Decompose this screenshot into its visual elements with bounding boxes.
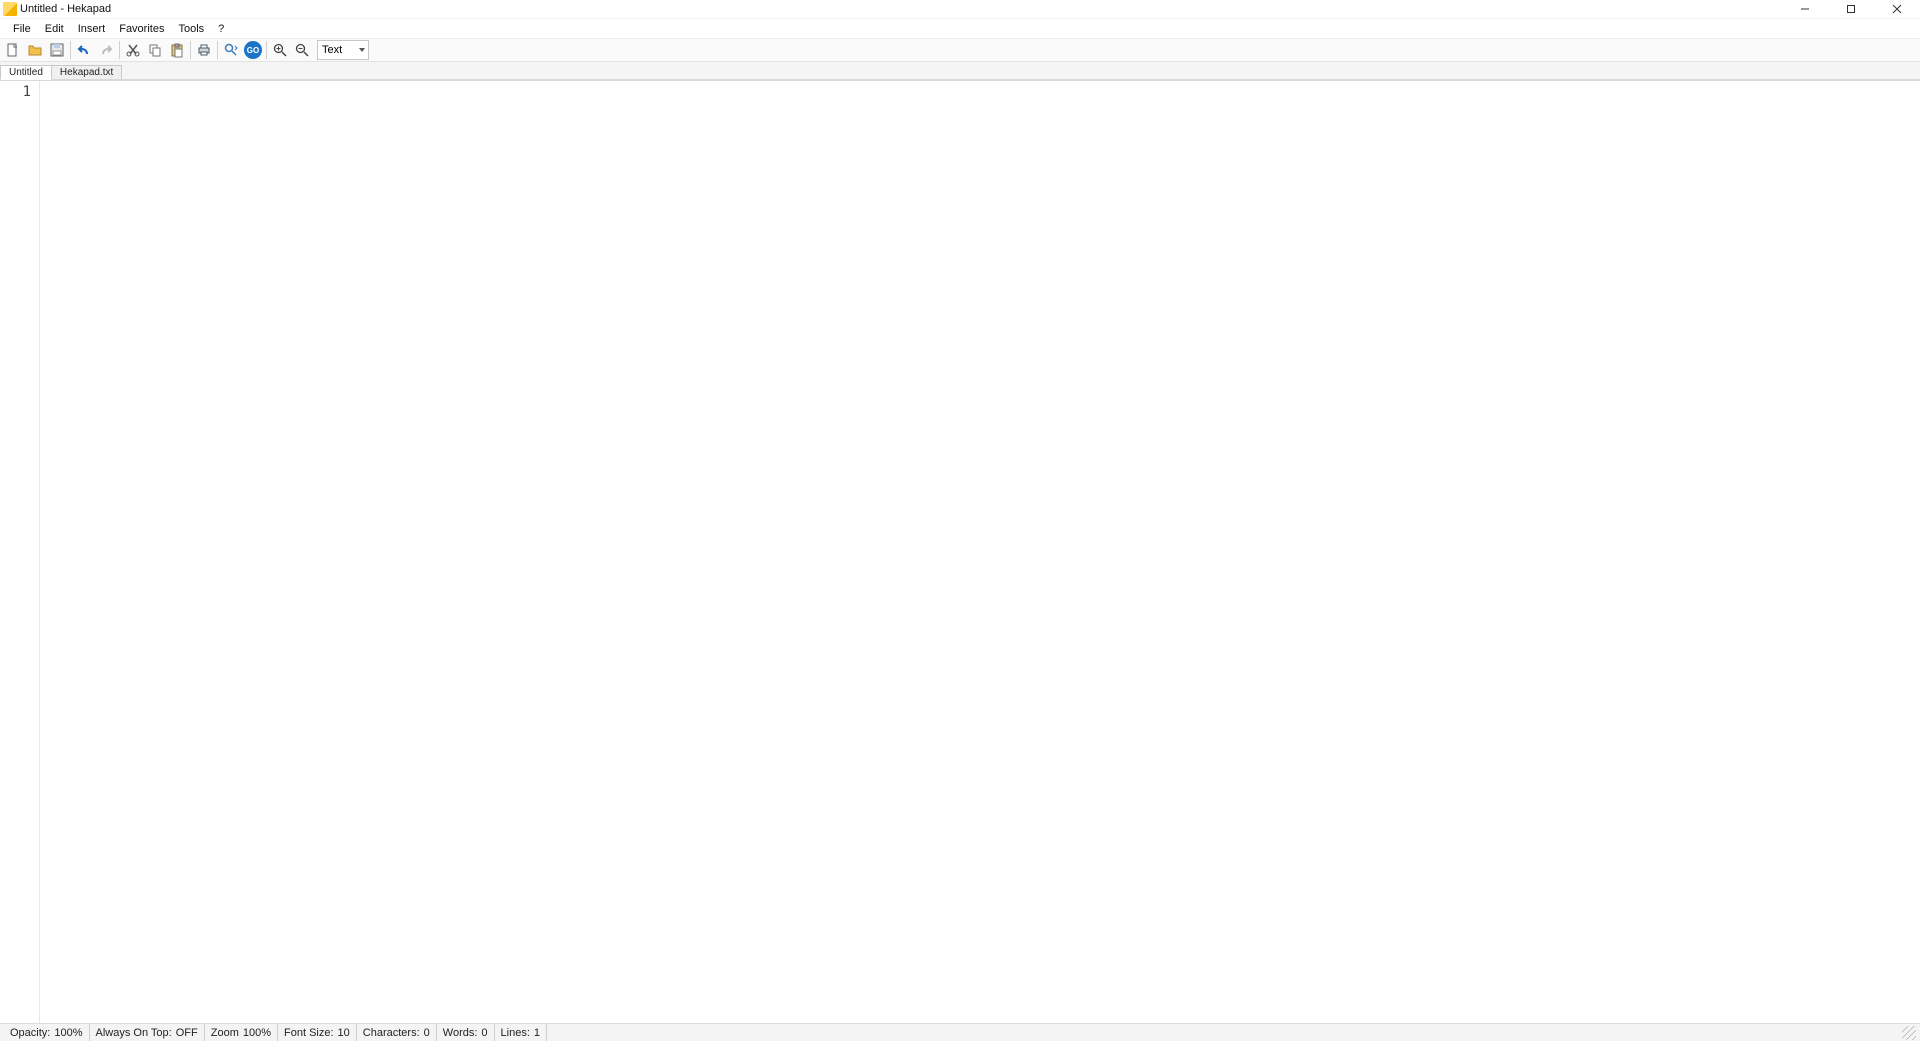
status-lines-value: 1	[534, 1027, 540, 1039]
toolbar-separator	[266, 41, 267, 59]
status-opacity[interactable]: Opacity: 100%	[4, 1024, 90, 1041]
line-gutter: 1	[0, 81, 40, 1023]
menu-help[interactable]: ?	[211, 19, 231, 38]
status-font-size[interactable]: Font Size: 10	[278, 1024, 357, 1041]
status-words: Words: 0	[437, 1024, 495, 1041]
menu-insert[interactable]: Insert	[71, 19, 113, 38]
status-fontsize-value: 10	[338, 1027, 350, 1039]
menu-file[interactable]: File	[6, 19, 38, 38]
find-replace-button[interactable]	[220, 39, 242, 61]
status-chars-value: 0	[424, 1027, 430, 1039]
menu-tools[interactable]: Tools	[171, 19, 211, 38]
tab-hekapad-txt[interactable]: Hekapad.txt	[51, 65, 122, 79]
zoom-in-button[interactable]	[269, 39, 291, 61]
resize-grip-icon[interactable]	[1902, 1026, 1916, 1040]
go-button[interactable]: GO	[242, 39, 264, 61]
text-area[interactable]	[40, 81, 1920, 1023]
toolbar-separator	[119, 41, 120, 59]
status-opacity-label: Opacity:	[10, 1027, 50, 1039]
tab-untitled[interactable]: Untitled	[0, 65, 52, 80]
minimize-button[interactable]	[1782, 0, 1828, 18]
cut-button[interactable]	[122, 39, 144, 61]
app-icon	[3, 2, 17, 16]
status-aot-label: Always On Top:	[96, 1027, 172, 1039]
window-title: Untitled - Hekapad	[20, 3, 111, 15]
status-opacity-value: 100%	[54, 1027, 82, 1039]
paste-button[interactable]	[166, 39, 188, 61]
chevron-down-icon	[359, 48, 365, 52]
status-zoom-value: 100%	[243, 1027, 271, 1039]
status-words-label: Words:	[443, 1027, 478, 1039]
status-lines: Lines: 1	[495, 1024, 547, 1041]
undo-button[interactable]	[73, 39, 95, 61]
close-button[interactable]	[1874, 0, 1920, 18]
toolbar-separator	[217, 41, 218, 59]
status-fontsize-label: Font Size:	[284, 1027, 334, 1039]
tab-strip: Untitled Hekapad.txt	[0, 62, 1920, 80]
new-file-button[interactable]	[2, 39, 24, 61]
toolbar-separator	[70, 41, 71, 59]
status-characters: Characters: 0	[357, 1024, 437, 1041]
title-bar: Untitled - Hekapad	[0, 0, 1920, 18]
status-lines-label: Lines:	[501, 1027, 530, 1039]
redo-button[interactable]	[95, 39, 117, 61]
open-file-button[interactable]	[24, 39, 46, 61]
line-number: 1	[0, 84, 31, 100]
status-zoom-label: Zoom	[211, 1027, 239, 1039]
editor: 1	[0, 80, 1920, 1023]
toolbar-separator	[190, 41, 191, 59]
status-words-value: 0	[481, 1027, 487, 1039]
toolbar: GO Text	[0, 38, 1920, 62]
syntax-select[interactable]: Text	[317, 40, 369, 60]
maximize-button[interactable]	[1828, 0, 1874, 18]
menu-bar: File Edit Insert Favorites Tools ?	[0, 18, 1920, 38]
go-icon: GO	[244, 41, 262, 59]
status-chars-label: Characters:	[363, 1027, 420, 1039]
status-zoom[interactable]: Zoom 100%	[205, 1024, 278, 1041]
zoom-out-button[interactable]	[291, 39, 313, 61]
menu-edit[interactable]: Edit	[38, 19, 71, 38]
status-always-on-top[interactable]: Always On Top: OFF	[90, 1024, 205, 1041]
syntax-select-value: Text	[322, 44, 342, 56]
save-button[interactable]	[46, 39, 68, 61]
print-button[interactable]	[193, 39, 215, 61]
menu-favorites[interactable]: Favorites	[112, 19, 171, 38]
status-bar: Opacity: 100% Always On Top: OFF Zoom 10…	[0, 1023, 1920, 1041]
status-aot-value: OFF	[176, 1027, 198, 1039]
copy-button[interactable]	[144, 39, 166, 61]
